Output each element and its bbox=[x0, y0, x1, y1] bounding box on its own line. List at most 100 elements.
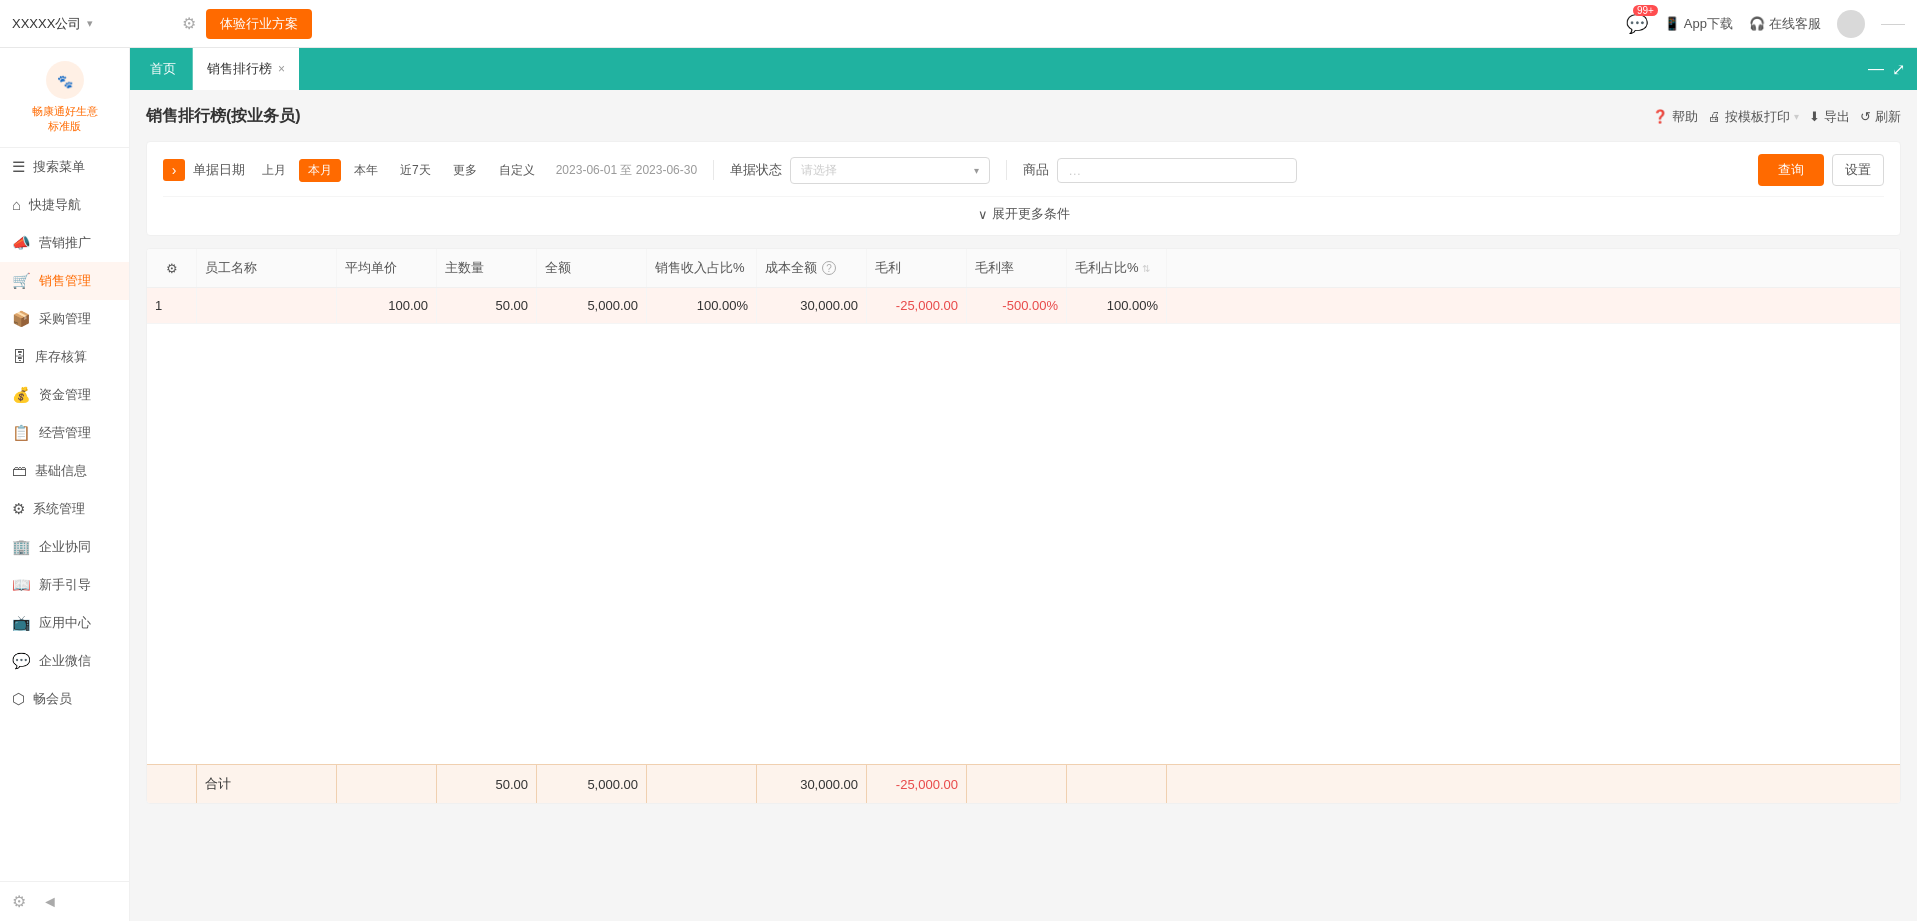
tf-label: 合计 bbox=[197, 765, 337, 803]
expand-icon: ∨ bbox=[978, 207, 988, 222]
date-btn-custom[interactable]: 自定义 bbox=[490, 159, 544, 182]
th-extra bbox=[1167, 249, 1900, 287]
avatar[interactable] bbox=[1837, 10, 1865, 38]
guide-icon: 📖 bbox=[12, 576, 31, 594]
sidebar: 🐾 畅康通好生意标准版 ☰ 搜索菜单 ⌂ 快捷导航 📣 营销推广 🛒 销售管理 … bbox=[0, 48, 130, 921]
sidebar-item-quick-nav[interactable]: ⌂ 快捷导航 bbox=[0, 186, 129, 224]
logo-text: 畅康通好生意标准版 bbox=[32, 104, 98, 135]
filter-area: › 单据日期 上月 本月 本年 近7天 更多 自定义 2023-06-01 至 … bbox=[146, 141, 1901, 236]
status-select[interactable]: 请选择 ▾ bbox=[790, 157, 990, 184]
tab-sales-ranking[interactable]: 销售排行榜 × bbox=[193, 48, 299, 90]
th-amount: 全额 bbox=[537, 249, 647, 287]
table-container: ⚙ 员工名称 平均单价 主数量 全额 销售收入占比% 成本全额 ? 毛利 毛利率… bbox=[146, 248, 1901, 804]
th-name: 员工名称 bbox=[197, 249, 337, 287]
tf-gross-rate-empty bbox=[967, 765, 1067, 803]
date-range-display: 2023-06-01 至 2023-06-30 bbox=[556, 162, 697, 179]
company-selector[interactable]: XXXXX公司 ▾ bbox=[12, 15, 172, 33]
sidebar-item-label: 新手引导 bbox=[39, 576, 91, 594]
tab-bar-right: — ⤢ bbox=[1868, 60, 1917, 79]
date-btn-this-month[interactable]: 本月 bbox=[299, 159, 341, 182]
online-service-link[interactable]: 🎧 在线客服 bbox=[1749, 15, 1821, 33]
quick-nav-icon: ⌂ bbox=[12, 196, 21, 213]
sidebar-item-search-order[interactable]: ☰ 搜索菜单 bbox=[0, 148, 129, 186]
filter-right: 查询 设置 bbox=[1758, 154, 1884, 186]
logo-icon: 🐾 bbox=[45, 60, 85, 100]
th-qty: 主数量 bbox=[437, 249, 537, 287]
sidebar-item-member[interactable]: ⬡ 畅会员 bbox=[0, 680, 129, 718]
filter-expand-arrow[interactable]: › bbox=[163, 159, 185, 181]
app-center-icon: 📺 bbox=[12, 614, 31, 632]
date-btn-7days[interactable]: 近7天 bbox=[391, 159, 440, 182]
tf-extra-empty bbox=[1167, 765, 1900, 803]
tab-minimize-button[interactable]: — bbox=[1868, 60, 1884, 78]
table-header: ⚙ 员工名称 平均单价 主数量 全额 销售收入占比% 成本全额 ? 毛利 毛利率… bbox=[147, 249, 1900, 288]
sidebar-item-label: 畅会员 bbox=[33, 690, 72, 708]
print-link[interactable]: 🖨 按模板打印 ▾ bbox=[1708, 108, 1799, 126]
settings-button[interactable]: 设置 bbox=[1832, 154, 1884, 186]
cost-info-icon[interactable]: ? bbox=[822, 261, 836, 275]
sidebar-item-guide[interactable]: 📖 新手引导 bbox=[0, 566, 129, 604]
help-link[interactable]: ❓ 帮助 bbox=[1652, 108, 1698, 126]
tf-qty: 50.00 bbox=[437, 765, 537, 803]
td-rank: 1 bbox=[147, 288, 197, 323]
page-header: 销售排行榜(按业务员) ❓ 帮助 🖨 按模板打印 ▾ ⬇ 导出 bbox=[146, 106, 1901, 127]
sidebar-item-enterprise[interactable]: 🏢 企业协同 bbox=[0, 528, 129, 566]
sidebar-item-wechat[interactable]: 💬 企业微信 bbox=[0, 642, 129, 680]
sidebar-item-purchase[interactable]: 📦 采购管理 bbox=[0, 300, 129, 338]
sidebar-settings-icon[interactable]: ⚙ bbox=[12, 892, 26, 911]
sidebar-item-label: 系统管理 bbox=[33, 500, 85, 518]
main-layout: 🐾 畅康通好生意标准版 ☰ 搜索菜单 ⌂ 快捷导航 📣 营销推广 🛒 销售管理 … bbox=[0, 48, 1917, 921]
export-link[interactable]: ⬇ 导出 bbox=[1809, 108, 1850, 126]
app-download-link[interactable]: 📱 App下载 bbox=[1664, 15, 1733, 33]
td-qty: 50.00 bbox=[437, 288, 537, 323]
sidebar-item-label: 营销推广 bbox=[39, 234, 91, 252]
goods-input[interactable]: … bbox=[1057, 158, 1297, 183]
user-name[interactable]: —— bbox=[1881, 17, 1905, 31]
sidebar-item-sales[interactable]: 🛒 销售管理 bbox=[0, 262, 129, 300]
tab-home[interactable]: 首页 bbox=[134, 48, 193, 90]
sidebar-item-app-center[interactable]: 📺 应用中心 bbox=[0, 604, 129, 642]
date-buttons: 上月 本月 本年 近7天 更多 自定义 bbox=[253, 159, 544, 182]
sidebar-item-marketing[interactable]: 📣 营销推广 bbox=[0, 224, 129, 262]
top-bar-right: 💬 99+ 📱 App下载 🎧 在线客服 —— bbox=[1626, 10, 1905, 38]
sidebar-item-basic-info[interactable]: 🗃 基础信息 bbox=[0, 452, 129, 490]
sidebar-item-system[interactable]: ⚙ 系统管理 bbox=[0, 490, 129, 528]
date-btn-this-year[interactable]: 本年 bbox=[345, 159, 387, 182]
refresh-icon: ↺ bbox=[1860, 109, 1871, 124]
sidebar-item-label: 应用中心 bbox=[39, 614, 91, 632]
filter-divider-1 bbox=[713, 160, 714, 180]
th-cost: 成本全额 ? bbox=[757, 249, 867, 287]
gear-icon[interactable]: ⚙ bbox=[182, 14, 196, 33]
help-icon: ❓ bbox=[1652, 109, 1668, 124]
wechat-icon: 💬 bbox=[12, 652, 31, 670]
enterprise-icon: 🏢 bbox=[12, 538, 31, 556]
gross-pct-sort-icon[interactable]: ⇅ bbox=[1142, 263, 1150, 274]
status-select-arrow-icon: ▾ bbox=[974, 165, 979, 176]
date-btn-more[interactable]: 更多 bbox=[444, 159, 486, 182]
refresh-link[interactable]: ↺ 刷新 bbox=[1860, 108, 1901, 126]
message-icon[interactable]: 💬 99+ bbox=[1626, 13, 1648, 35]
company-name: XXXXX公司 bbox=[12, 15, 81, 33]
table-row: 1 100.00 50.00 5,000.00 100.00% 30,000.0… bbox=[147, 288, 1900, 324]
inventory-icon: 🗄 bbox=[12, 348, 27, 365]
sidebar-item-operation[interactable]: 📋 经营管理 bbox=[0, 414, 129, 452]
sidebar-item-inventory[interactable]: 🗄 库存核算 bbox=[0, 338, 129, 376]
expand-conditions-button[interactable]: ∨ 展开更多条件 bbox=[163, 196, 1884, 223]
trial-button[interactable]: 体验行业方案 bbox=[206, 9, 312, 39]
tab-close-icon[interactable]: × bbox=[278, 62, 285, 76]
operation-icon: 📋 bbox=[12, 424, 31, 442]
td-extra bbox=[1167, 288, 1900, 323]
page-actions: ❓ 帮助 🖨 按模板打印 ▾ ⬇ 导出 ↺ 刷新 bbox=[1652, 108, 1901, 126]
th-gear[interactable]: ⚙ bbox=[147, 249, 197, 287]
system-icon: ⚙ bbox=[12, 500, 25, 518]
svg-text:🐾: 🐾 bbox=[57, 73, 74, 90]
sidebar-collapse-icon[interactable]: ◄ bbox=[42, 893, 58, 911]
table-gear-icon: ⚙ bbox=[166, 261, 178, 276]
sidebar-item-finance[interactable]: 💰 资金管理 bbox=[0, 376, 129, 414]
tab-maximize-button[interactable]: ⤢ bbox=[1892, 60, 1905, 79]
tf-gross-pct-empty bbox=[1067, 765, 1167, 803]
td-sales-pct: 100.00% bbox=[647, 288, 757, 323]
query-button[interactable]: 查询 bbox=[1758, 154, 1824, 186]
top-bar: XXXXX公司 ▾ ⚙ 体验行业方案 💬 99+ 📱 App下载 🎧 在线客服 … bbox=[0, 0, 1917, 48]
date-btn-last-month[interactable]: 上月 bbox=[253, 159, 295, 182]
